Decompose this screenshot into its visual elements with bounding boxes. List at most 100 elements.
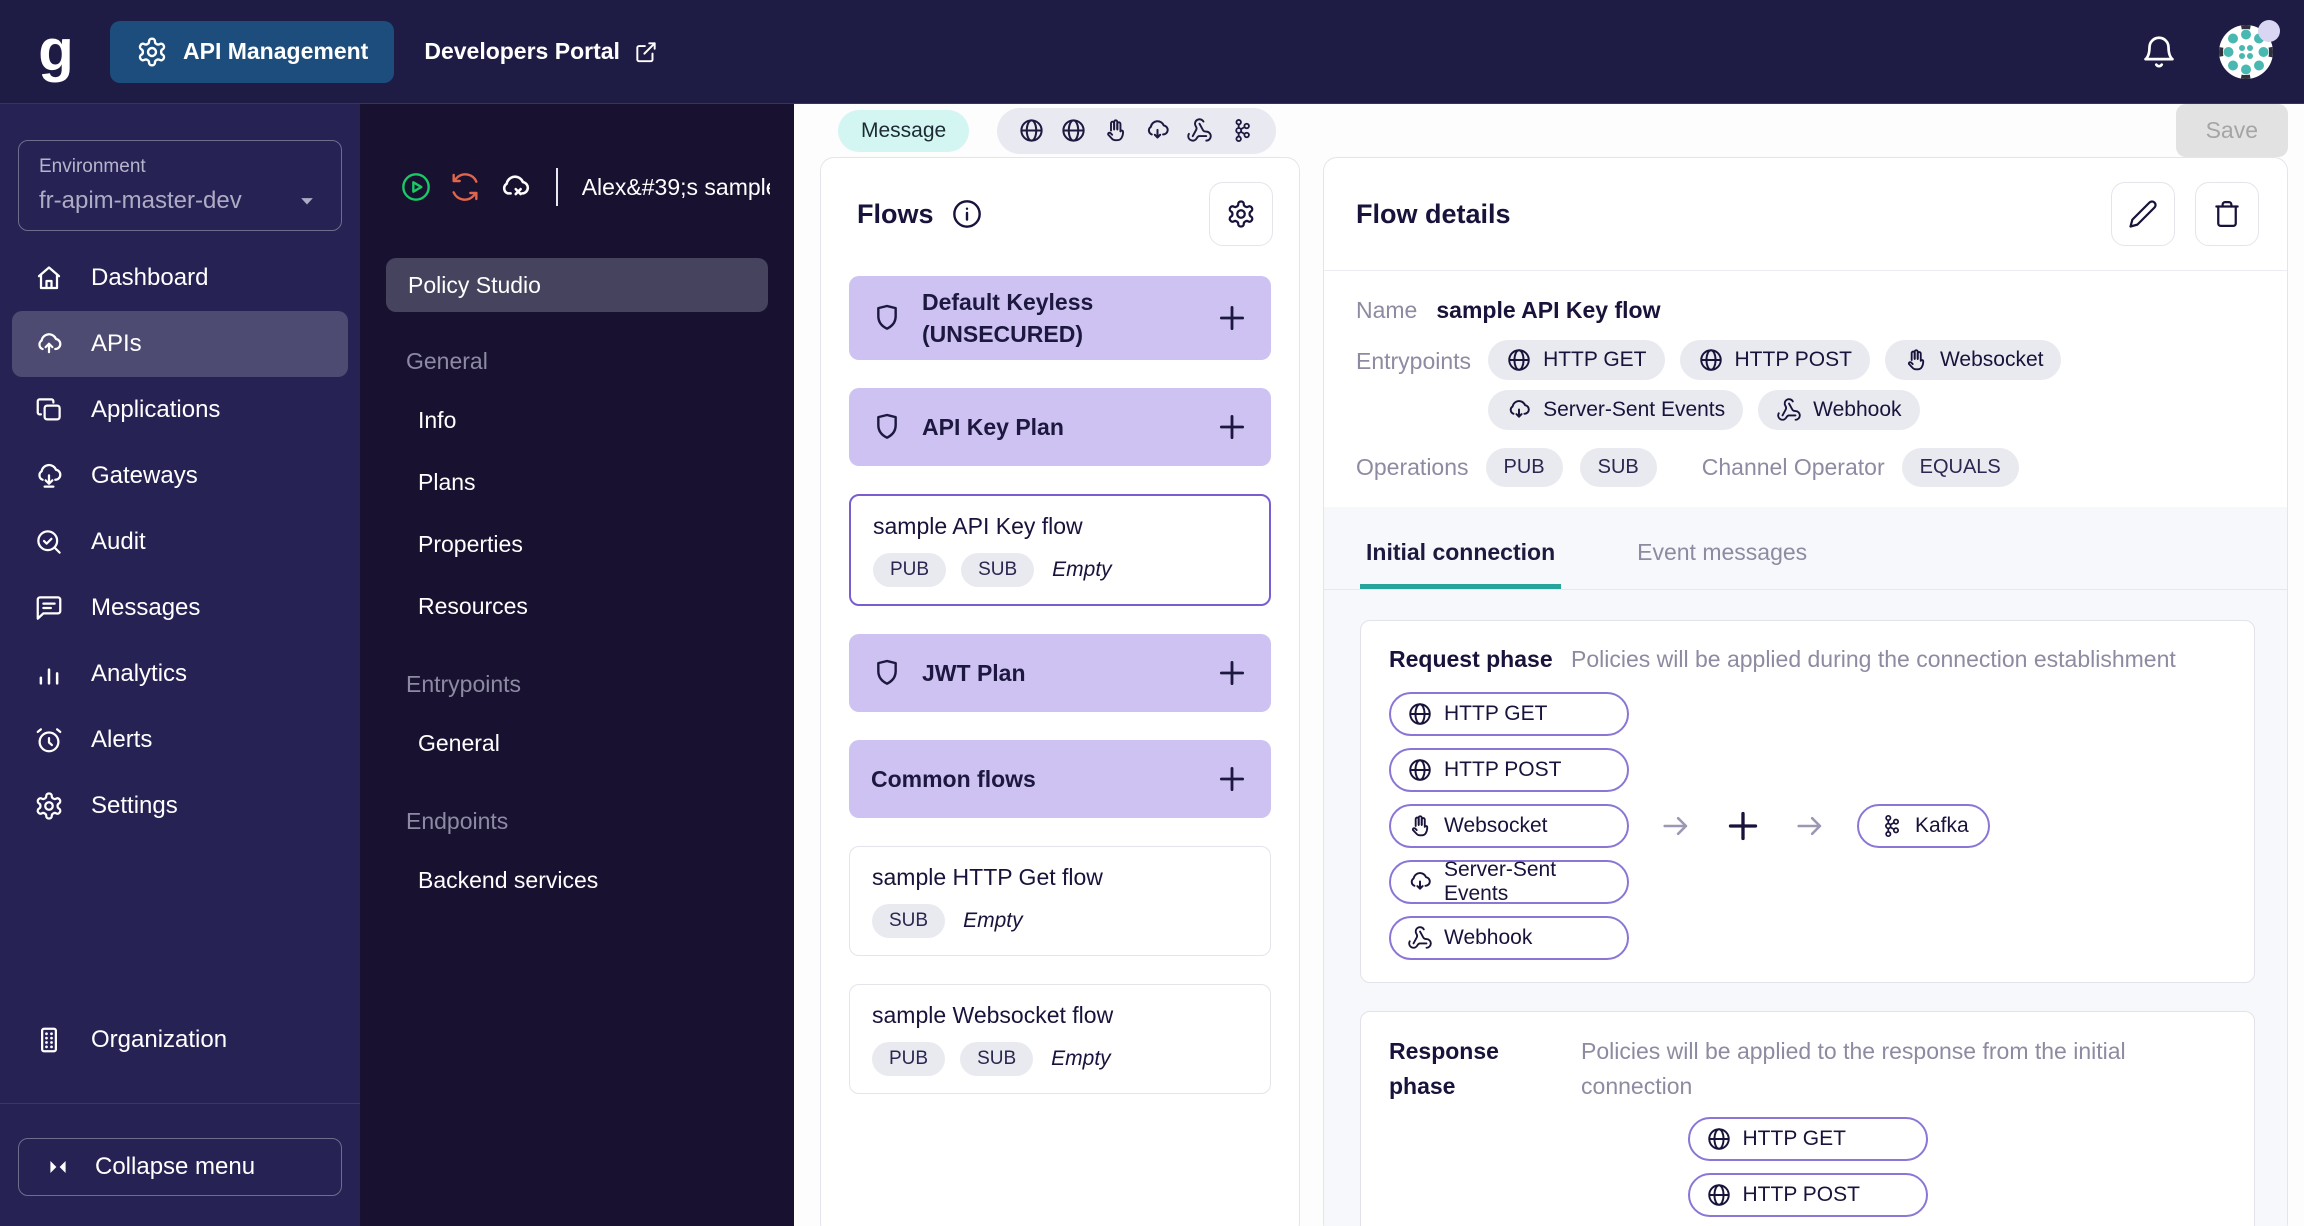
sidebar-item-analytics[interactable]: Analytics [12,641,348,707]
flow-row-sample-websocket[interactable]: sample Websocket flow PUB SUB Empty [849,984,1271,1095]
api-nav-item-properties[interactable]: Properties [360,513,794,575]
api-nav-item-info[interactable]: Info [360,389,794,451]
server-sent-events-icon [1506,397,1532,423]
add-flow-icon[interactable] [1215,410,1249,444]
top-bar: g API Management Developers Portal [0,0,2304,104]
sidebar-item-messages[interactable]: Messages [12,575,348,641]
sidebar-item-apis[interactable]: APIs [12,311,348,377]
cloud-unpublished-icon[interactable] [498,170,532,204]
add-flow-icon[interactable] [1215,301,1249,335]
gravitee-logo: g [38,18,74,84]
arrow-right-icon [1659,809,1693,843]
flows-panel: Flows Default Keyless (UNSECURED) API Ke… [820,157,1300,1226]
sidebar-item-label: Alerts [91,726,153,753]
tab-event-messages[interactable]: Event messages [1631,507,1813,589]
api-nav-item-resources[interactable]: Resources [360,575,794,637]
sidebar-item-label: Messages [91,594,201,621]
collapse-icon [45,1154,71,1180]
home-icon [34,263,64,293]
api-nav-item-entrypoints-general[interactable]: General [360,712,794,774]
environment-select[interactable]: Environment fr-apim-master-dev [18,140,342,231]
phase-chip-webhook[interactable]: Webhook [1389,916,1629,961]
developers-portal-link[interactable]: Developers Portal [424,38,659,65]
plan-row-jwt[interactable]: JWT Plan [849,634,1271,713]
server-sent-events-icon [1144,117,1171,144]
user-avatar[interactable] [2218,19,2280,80]
sidebar-item-settings[interactable]: Settings [12,773,348,839]
shield-icon [871,302,903,334]
operations-label: Operations [1356,454,1469,480]
add-flow-icon[interactable] [1215,656,1249,690]
sidebar-item-organization[interactable]: Organization [12,1007,348,1073]
globe-icon [1698,347,1724,373]
globe-icon [1506,347,1532,373]
sidebar-nav: Dashboard APIs Applications Gateways Aud… [0,245,360,839]
entrypoints-label: Entrypoints [1356,348,1472,374]
collapse-menu-label: Collapse menu [95,1153,256,1180]
redeploy-icon[interactable] [449,171,481,203]
alarm-icon [34,725,64,755]
api-nav-section-entrypoints: Entrypoints [406,671,522,697]
bell-icon[interactable] [2140,33,2178,71]
gear-icon [1226,199,1256,229]
sidebar-item-audit[interactable]: Audit [12,509,348,575]
flows-settings-button[interactable] [1209,182,1273,246]
plan-row-api-key[interactable]: API Key Plan [849,388,1271,467]
sidebar-item-applications[interactable]: Applications [12,377,348,443]
edit-flow-button[interactable] [2111,182,2175,246]
api-nav-item-plans[interactable]: Plans [360,451,794,513]
environment-value: fr-apim-master-dev [39,187,242,214]
endpoint-chip-kafka[interactable]: Kafka [1857,804,1990,849]
sidebar-item-alerts[interactable]: Alerts [12,707,348,773]
globe-icon [1706,1126,1732,1152]
phase-chip-http-post[interactable]: HTTP POST [1687,1173,1928,1218]
main-content: Message Save Flows Default Keyless (UNSE… [794,104,2304,1226]
empty-label: Empty [963,909,1023,933]
response-phase-description: Policies will be applied to the response… [1581,1038,2126,1099]
sidebar-item-gateways[interactable]: Gateways [12,443,348,509]
sidebar-divider [0,1103,360,1104]
add-policy-icon[interactable] [1723,806,1763,846]
sub-tag: SUB [961,553,1035,588]
sidebar-item-label: APIs [91,330,142,357]
flow-title: sample API Key flow [873,513,1083,540]
info-icon[interactable] [951,198,983,230]
api-management-button[interactable]: API Management [110,20,395,83]
phase-chip-http-post[interactable]: HTTP POST [1389,748,1629,793]
entrypoint-chip-http-get: HTTP GET [1488,340,1665,380]
flow-title: sample HTTP Get flow [872,864,1103,891]
start-api-icon[interactable] [400,171,432,203]
request-phase-title: Request phase [1389,646,1553,672]
building-icon [34,1025,64,1055]
pub-operation-pill: PUB [1485,448,1563,487]
add-flow-icon[interactable] [1215,762,1249,796]
sidebar-item-dashboard[interactable]: Dashboard [12,245,348,311]
globe-icon [1018,117,1045,144]
collapse-menu-button[interactable]: Collapse menu [18,1138,342,1196]
flow-row-sample-api-key[interactable]: sample API Key flow PUB SUB Empty [849,494,1271,607]
phase-chip-sse[interactable]: Server-Sent Events [1389,858,1629,905]
phase-chip-http-get[interactable]: HTTP GET [1687,1117,1928,1162]
environment-label: Environment [39,156,146,177]
sidebar-item-label: Organization [91,1026,228,1053]
group-row-common-flows[interactable]: Common flows [849,740,1271,819]
phase-chip-websocket[interactable]: Websocket [1389,804,1629,849]
server-sent-events-icon [1407,869,1433,895]
flow-row-sample-http-get[interactable]: sample HTTP Get flow SUB Empty [849,846,1271,957]
api-nav-item-backend-services[interactable]: Backend services [360,849,794,911]
api-nav-item-policy-studio[interactable]: Policy Studio [386,258,768,312]
save-button[interactable]: Save [2175,104,2288,157]
phase-chip-http-get[interactable]: HTTP GET [1389,692,1629,737]
delete-flow-button[interactable] [2195,182,2259,246]
api-sidebar: Alex&#39;s sample ... Policy Studio Gene… [360,104,794,1226]
plan-row-default-keyless[interactable]: Default Keyless (UNSECURED) [849,276,1271,361]
arrow-right-icon [1793,809,1827,843]
globe-icon [1706,1182,1732,1208]
entrypoint-chip-http-post: HTTP POST [1679,340,1870,380]
tab-initial-connection[interactable]: Initial connection [1360,507,1562,589]
sidebar-item-label: Gateways [91,462,198,489]
websocket-icon [1903,347,1929,373]
webhook-icon [1186,117,1213,144]
kafka-icon [1878,813,1904,839]
flow-title: sample Websocket flow [872,1002,1114,1029]
